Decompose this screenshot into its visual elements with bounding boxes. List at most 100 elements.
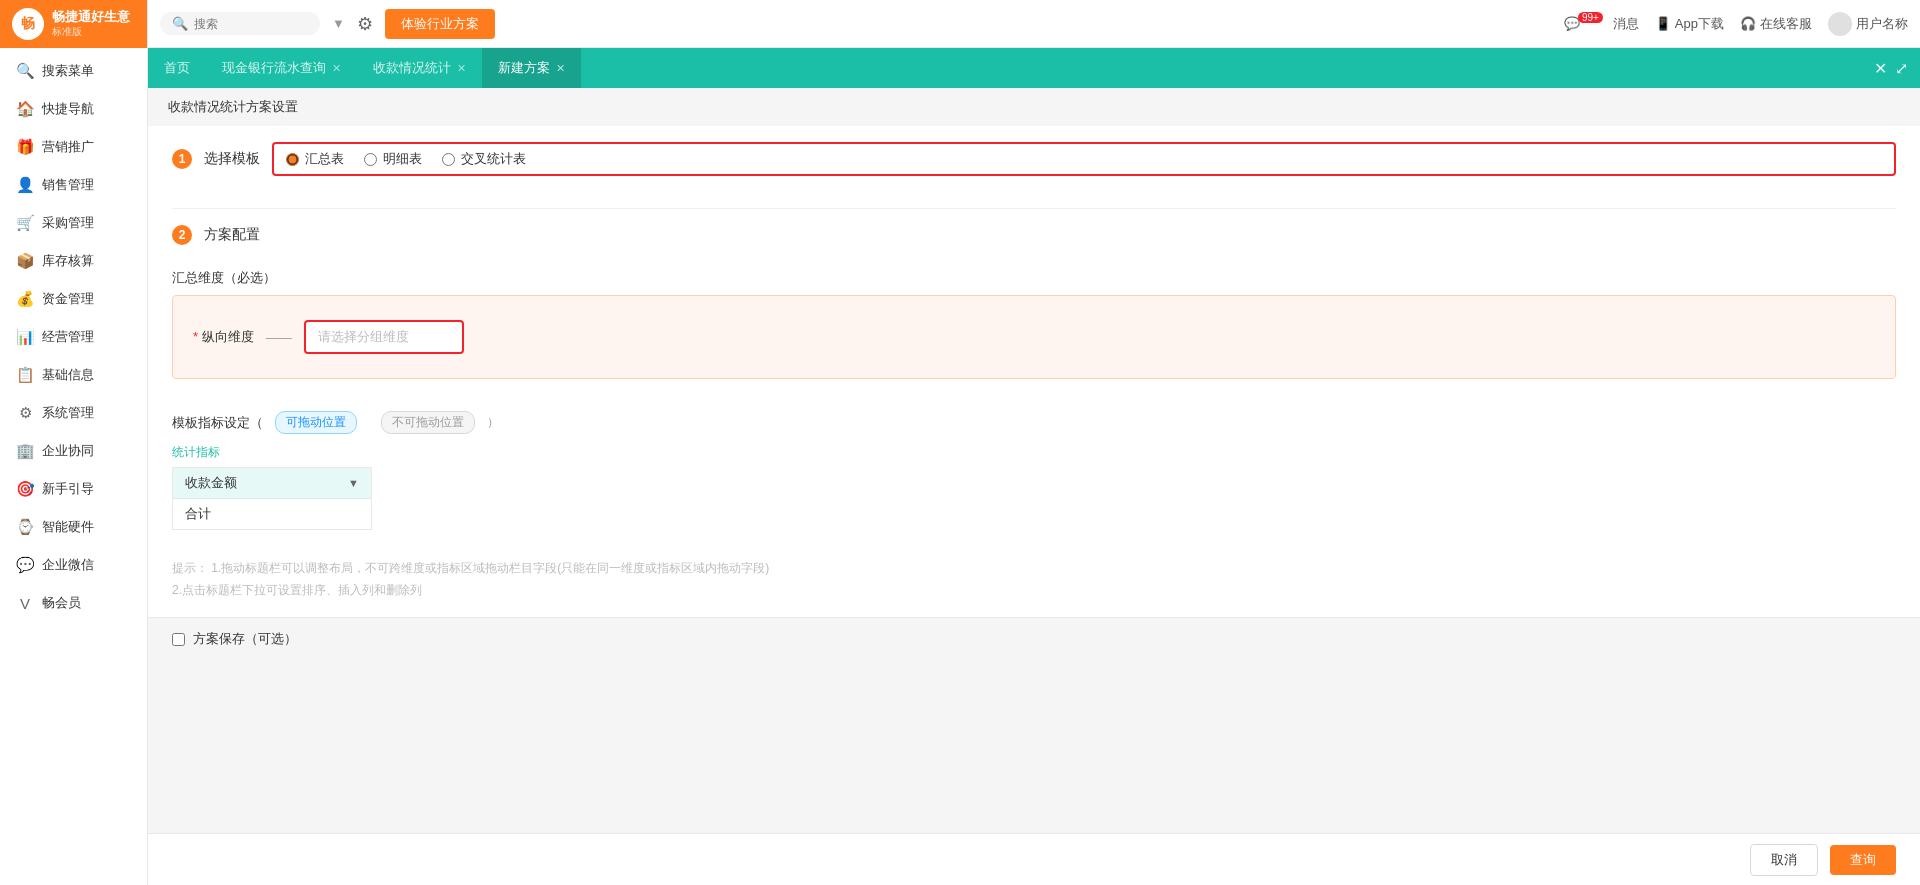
search-input[interactable] bbox=[194, 17, 294, 31]
message-item[interactable]: 💬 99+ 消息 bbox=[1564, 15, 1639, 33]
settings-icon[interactable]: ⚙ bbox=[357, 13, 373, 35]
section2-number: 2 bbox=[172, 225, 192, 245]
tab-close-bank-flow[interactable]: ✕ bbox=[332, 62, 341, 75]
section2-title: 方案配置 bbox=[204, 226, 260, 244]
tab-home[interactable]: 首页 bbox=[148, 48, 206, 88]
section1-row: 1 选择模板 汇总表 明细表 交叉统计表 bbox=[172, 142, 1896, 176]
footer-bar: 取消 查询 bbox=[148, 833, 1920, 885]
sidebar-item-member[interactable]: V 畅会员 bbox=[0, 584, 147, 622]
option-cross[interactable]: 交叉统计表 bbox=[442, 150, 526, 168]
topbar: 🔍 ▼ ⚙ 体验行业方案 💬 99+ 消息 📱 App下载 🎧 在线客服 用户名… bbox=[148, 0, 1920, 48]
watch-icon: ⌚ bbox=[16, 518, 34, 536]
sidebar-nav: 🔍 搜索菜单 🏠 快捷导航 🎁 营销推广 👤 销售管理 🛒 采购管理 📦 库存核… bbox=[0, 48, 147, 885]
dimension-arrow: —— bbox=[266, 330, 292, 345]
money-icon: 💰 bbox=[16, 290, 34, 308]
radio-summary[interactable] bbox=[286, 153, 299, 166]
sidebar-item-operation[interactable]: 📊 经营管理 bbox=[0, 318, 147, 356]
building-icon: 🏢 bbox=[16, 442, 34, 460]
metrics-section: 模板指标设定（ 可拖动位置 不可拖动位置 ） 统计指标 收款金额 ▼ 合计 bbox=[148, 411, 1920, 546]
sidebar-logo: 畅 畅捷通好生意 标准版 bbox=[0, 0, 147, 48]
tab-receipt-stats[interactable]: 收款情况统计 ✕ bbox=[357, 48, 482, 88]
sidebar-item-hardware[interactable]: ⌚ 智能硬件 bbox=[0, 508, 147, 546]
tip2: 2.点击标题栏下拉可设置排序、插入列和删除列 bbox=[172, 580, 1896, 602]
gift-icon: 🎁 bbox=[16, 138, 34, 156]
section2-content: 汇总维度（必选） * 纵向维度 —— 请选择分组维度 bbox=[148, 269, 1920, 411]
download-item[interactable]: 📱 App下载 bbox=[1655, 15, 1724, 33]
chart-icon: 📊 bbox=[16, 328, 34, 346]
metrics-label: 统计指标 bbox=[172, 444, 1896, 461]
user-icon: 👤 bbox=[16, 176, 34, 194]
section2-header: 2 方案配置 bbox=[148, 209, 1920, 269]
dimension-section-label: 汇总维度（必选） bbox=[172, 269, 1896, 287]
chevron-down-icon[interactable]: ▼ bbox=[332, 16, 345, 31]
metrics-table: 收款金额 ▼ 合计 bbox=[172, 467, 372, 530]
industry-btn[interactable]: 体验行业方案 bbox=[385, 9, 495, 39]
option-summary[interactable]: 汇总表 bbox=[286, 150, 344, 168]
template-options: 汇总表 明细表 交叉统计表 bbox=[272, 142, 1896, 176]
chat-icon: 💬 bbox=[16, 556, 34, 574]
close-window-icon[interactable]: ✕ bbox=[1874, 59, 1887, 78]
option-detail[interactable]: 明细表 bbox=[364, 150, 422, 168]
breadcrumb: 收款情况统计方案设置 bbox=[148, 88, 1920, 126]
search-menu-icon: 🔍 bbox=[16, 62, 34, 80]
search-icon: 🔍 bbox=[172, 16, 188, 31]
main-area: 🔍 ▼ ⚙ 体验行业方案 💬 99+ 消息 📱 App下载 🎧 在线客服 用户名… bbox=[148, 0, 1920, 885]
section1-number: 1 bbox=[172, 149, 192, 169]
sidebar-item-search-menu[interactable]: 🔍 搜索菜单 bbox=[0, 52, 147, 90]
box-icon: 📦 bbox=[16, 252, 34, 270]
download-icon: 📱 bbox=[1655, 16, 1671, 31]
save-checkbox[interactable] bbox=[172, 633, 185, 646]
tab-close-receipt-stats[interactable]: ✕ bbox=[457, 62, 466, 75]
topbar-right: 💬 99+ 消息 📱 App下载 🎧 在线客服 用户名称 bbox=[1564, 12, 1908, 36]
save-option: 方案保存（可选） bbox=[148, 617, 1920, 660]
metrics-table-row: 合计 bbox=[173, 499, 371, 529]
cart-icon: 🛒 bbox=[16, 214, 34, 232]
non-draggable-badge: 不可拖动位置 bbox=[381, 411, 475, 434]
section1-title: 选择模板 bbox=[204, 150, 260, 168]
sidebar: 畅 畅捷通好生意 标准版 🔍 搜索菜单 🏠 快捷导航 🎁 营销推广 👤 销售管理… bbox=[0, 0, 148, 885]
sidebar-item-enterprise[interactable]: 🏢 企业协同 bbox=[0, 432, 147, 470]
content-area: 收款情况统计方案设置 1 选择模板 汇总表 明细表 bbox=[148, 88, 1920, 885]
cancel-button[interactable]: 取消 bbox=[1750, 844, 1818, 876]
tips-section: 提示： 1.拖动标题栏可以调整布局，不可跨维度或指标区域拖动栏目字段(只能在同一… bbox=[148, 546, 1920, 617]
sidebar-item-inventory[interactable]: 📦 库存核算 bbox=[0, 242, 147, 280]
user-item[interactable]: 用户名称 bbox=[1828, 12, 1908, 36]
tabs-actions: ✕ ⤢ bbox=[1862, 48, 1920, 88]
target-icon: 🎯 bbox=[16, 480, 34, 498]
sidebar-item-wechat[interactable]: 💬 企业微信 bbox=[0, 546, 147, 584]
sidebar-item-finance[interactable]: 💰 资金管理 bbox=[0, 280, 147, 318]
sidebar-item-sales[interactable]: 👤 销售管理 bbox=[0, 166, 147, 204]
logo-icon: 畅 bbox=[12, 8, 44, 40]
metrics-close-paren: ） bbox=[487, 414, 499, 431]
sidebar-item-purchase[interactable]: 🛒 采购管理 bbox=[0, 204, 147, 242]
content-inner: 1 选择模板 汇总表 明细表 交叉统计表 bbox=[148, 126, 1920, 617]
sidebar-item-basic-info[interactable]: 📋 基础信息 bbox=[0, 356, 147, 394]
tab-new-plan[interactable]: 新建方案 ✕ bbox=[482, 48, 581, 88]
service-item[interactable]: 🎧 在线客服 bbox=[1740, 15, 1812, 33]
search-box[interactable]: 🔍 bbox=[160, 12, 320, 35]
dimension-input[interactable]: 请选择分组维度 bbox=[304, 320, 464, 354]
radio-detail[interactable] bbox=[364, 153, 377, 166]
tabs-bar: 首页 现金银行流水查询 ✕ 收款情况统计 ✕ 新建方案 ✕ ✕ ⤢ bbox=[148, 48, 1920, 88]
section2-row: 2 方案配置 bbox=[172, 225, 1896, 245]
service-icon: 🎧 bbox=[1740, 16, 1756, 31]
dimension-area: * 纵向维度 —— 请选择分组维度 bbox=[172, 295, 1896, 379]
dimension-required-star: * 纵向维度 bbox=[193, 328, 254, 346]
sidebar-item-system[interactable]: ⚙ 系统管理 bbox=[0, 394, 147, 432]
chevron-down-icon[interactable]: ▼ bbox=[348, 477, 359, 489]
metrics-header: 模板指标设定（ 可拖动位置 不可拖动位置 ） bbox=[172, 411, 1896, 434]
expand-icon[interactable]: ⤢ bbox=[1895, 59, 1908, 78]
clipboard-icon: 📋 bbox=[16, 366, 34, 384]
query-button[interactable]: 查询 bbox=[1830, 845, 1896, 875]
gear-icon: ⚙ bbox=[16, 404, 34, 422]
tab-bank-flow[interactable]: 现金银行流水查询 ✕ bbox=[206, 48, 357, 88]
metrics-table-header[interactable]: 收款金额 ▼ bbox=[173, 468, 371, 499]
save-option-label: 方案保存（可选） bbox=[193, 630, 297, 648]
sidebar-item-quick-nav[interactable]: 🏠 快捷导航 bbox=[0, 90, 147, 128]
sidebar-item-guide[interactable]: 🎯 新手引导 bbox=[0, 470, 147, 508]
draggable-badge: 可拖动位置 bbox=[275, 411, 357, 434]
sidebar-item-marketing[interactable]: 🎁 营销推广 bbox=[0, 128, 147, 166]
radio-cross[interactable] bbox=[442, 153, 455, 166]
tab-close-new-plan[interactable]: ✕ bbox=[556, 62, 565, 75]
home-icon: 🏠 bbox=[16, 100, 34, 118]
